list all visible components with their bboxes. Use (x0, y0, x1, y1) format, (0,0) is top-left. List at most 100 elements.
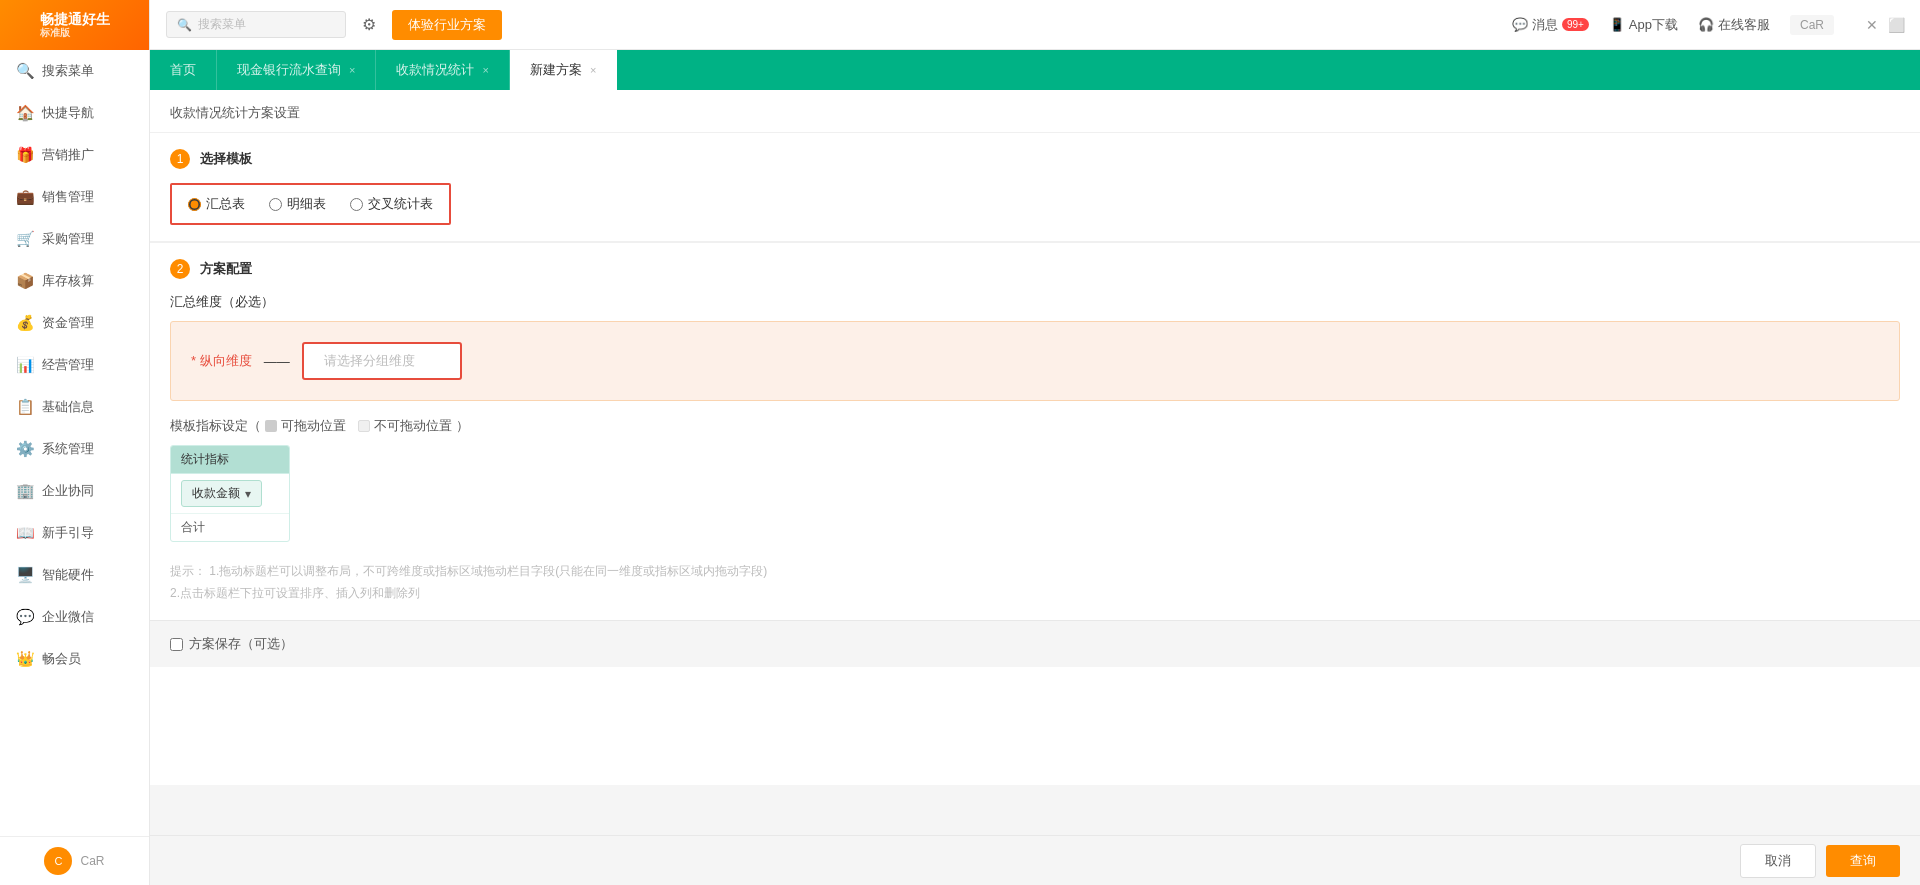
app-download-button[interactable]: 📱 App下载 (1609, 16, 1678, 34)
tab-new-plan-label: 新建方案 (530, 61, 582, 79)
not-draggable-box-icon (358, 420, 370, 432)
window-controls: ✕ ⬜ (1864, 17, 1904, 33)
step2-num: 2 (170, 259, 190, 279)
tab-receipt-stat[interactable]: 收款情况统计 × (376, 50, 509, 90)
home-icon: 🏠 (16, 104, 34, 122)
message-icon: 💬 (1512, 17, 1528, 32)
topbar-username: CaR (1790, 15, 1834, 35)
message-button[interactable]: 💬 消息 99+ (1512, 16, 1589, 34)
maximize-window-button[interactable]: ⬜ (1888, 17, 1904, 33)
sidebar-logo: 畅捷通好生 标准版 (0, 0, 149, 50)
sidebar-footer: C CaR (0, 836, 149, 885)
hint-area: 提示： 1.拖动标题栏可以调整布局，不可跨维度或指标区域拖动栏目字段(只能在同一… (170, 561, 1900, 604)
sidebar-item-member[interactable]: 👑 畅会员 (0, 638, 149, 680)
close-window-button[interactable]: ✕ (1864, 17, 1880, 33)
step1-section: 1 选择模板 汇总表 明细表 交叉统计表 (150, 133, 1920, 241)
query-button[interactable]: 查询 (1826, 845, 1900, 877)
metrics-tag-receipt[interactable]: 收款金额 ▾ (181, 480, 262, 507)
cancel-button[interactable]: 取消 (1740, 844, 1816, 878)
sidebar-item-newbie[interactable]: 📖 新手引导 (0, 512, 149, 554)
draggable-legend: 可拖动位置 (265, 417, 346, 435)
sidebar-item-label: 新手引导 (42, 524, 94, 542)
app-download-label: App下载 (1629, 16, 1678, 34)
inventory-icon: 📦 (16, 272, 34, 290)
tab-bank-flow[interactable]: 现金银行流水查询 × (217, 50, 376, 90)
save-plan-checkbox-label[interactable]: 方案保存（可选） (170, 635, 293, 653)
chevron-down-icon: ▾ (245, 487, 251, 501)
tab-receipt-stat-close-icon[interactable]: × (482, 64, 488, 76)
save-plan-checkbox[interactable] (170, 638, 183, 651)
not-draggable-label: 不可拖动位置 (374, 417, 452, 435)
draggable-label: 可拖动位置 (281, 417, 346, 435)
system-icon: ⚙️ (16, 440, 34, 458)
operation-icon: 📊 (16, 356, 34, 374)
sidebar-item-quick-nav[interactable]: 🏠 快捷导航 (0, 92, 149, 134)
metrics-subtotal-text: 合计 (181, 520, 205, 534)
sidebar-item-label: 企业微信 (42, 608, 94, 626)
sidebar-item-label: 采购管理 (42, 230, 94, 248)
radio-summary-input[interactable] (188, 198, 201, 211)
trial-industry-button[interactable]: 体验行业方案 (392, 10, 502, 40)
content-area: 收款情况统计方案设置 1 选择模板 汇总表 明细表 (150, 90, 1920, 835)
step2-section: 2 方案配置 汇总维度（必选） * 纵向维度 —— 请选择分组维度 模板指标设定… (150, 242, 1920, 620)
sidebar-item-label: 经营管理 (42, 356, 94, 374)
sidebar-item-sales[interactable]: 💼 销售管理 (0, 176, 149, 218)
sidebar-item-capital[interactable]: 💰 资金管理 (0, 302, 149, 344)
tab-new-plan[interactable]: 新建方案 × (510, 50, 617, 90)
tab-bank-flow-label: 现金银行流水查询 (237, 61, 341, 79)
sidebar-item-operation[interactable]: 📊 经营管理 (0, 344, 149, 386)
dimension-row: * 纵向维度 —— 请选择分组维度 (191, 342, 1879, 380)
metrics-label: 统计指标 (181, 452, 229, 466)
sidebar-item-enterprise[interactable]: 🏢 企业协同 (0, 470, 149, 512)
online-service-label: 在线客服 (1718, 16, 1770, 34)
draggable-box-icon (265, 420, 277, 432)
step1-title: 选择模板 (200, 150, 252, 168)
radio-summary[interactable]: 汇总表 (188, 195, 245, 213)
service-icon: 🎧 (1698, 17, 1714, 32)
enterprise-icon: 🏢 (16, 482, 34, 500)
page-header: 收款情况统计方案设置 (150, 90, 1920, 133)
radio-cross[interactable]: 交叉统计表 (350, 195, 433, 213)
metrics-tag-row: 收款金额 ▾ (171, 474, 289, 514)
sidebar-item-basic[interactable]: 📋 基础信息 (0, 386, 149, 428)
vertical-dimension-label: * 纵向维度 (191, 352, 252, 370)
logo-main-text: 畅捷通好生 (40, 11, 110, 28)
message-badge: 99+ (1562, 18, 1589, 31)
sidebar-item-inventory[interactable]: 📦 库存核算 (0, 260, 149, 302)
tab-home[interactable]: 首页 (150, 50, 217, 90)
topbar: 🔍 搜索菜单 ⚙ 体验行业方案 💬 消息 99+ 📱 App下载 🎧 在线客服 … (150, 0, 1920, 50)
sidebar-item-purchase[interactable]: 🛒 采购管理 (0, 218, 149, 260)
step1-num: 1 (170, 149, 190, 169)
topbar-search[interactable]: 🔍 搜索菜单 (166, 11, 346, 38)
metrics-close-paren: ） (456, 417, 469, 435)
sidebar-item-wechat[interactable]: 💬 企业微信 (0, 596, 149, 638)
tab-home-label: 首页 (170, 61, 196, 79)
sidebar-item-smart-hardware[interactable]: 🖥️ 智能硬件 (0, 554, 149, 596)
settings-gear-icon[interactable]: ⚙ (362, 15, 376, 34)
template-selection: 汇总表 明细表 交叉统计表 (170, 183, 451, 225)
search-menu-icon: 🔍 (16, 62, 34, 80)
sidebar-item-label: 营销推广 (42, 146, 94, 164)
radio-detail-input[interactable] (269, 198, 282, 211)
radio-cross-input[interactable] (350, 198, 363, 211)
radio-cross-label: 交叉统计表 (368, 195, 433, 213)
sidebar-item-system[interactable]: ⚙️ 系统管理 (0, 428, 149, 470)
online-service-button[interactable]: 🎧 在线客服 (1698, 16, 1770, 34)
capital-icon: 💰 (16, 314, 34, 332)
sidebar-item-label: 系统管理 (42, 440, 94, 458)
message-label: 消息 (1532, 16, 1558, 34)
sidebar-item-label: 资金管理 (42, 314, 94, 332)
radio-detail[interactable]: 明细表 (269, 195, 326, 213)
sidebar-item-label: 库存核算 (42, 272, 94, 290)
sidebar-item-marketing[interactable]: 🎁 营销推广 (0, 134, 149, 176)
sidebar-item-search-menu[interactable]: 🔍 搜索菜单 (0, 50, 149, 92)
dimension-selector[interactable]: 请选择分组维度 (302, 342, 462, 380)
gift-icon: 🎁 (16, 146, 34, 164)
tab-bank-flow-close-icon[interactable]: × (349, 64, 355, 76)
newbie-icon: 📖 (16, 524, 34, 542)
tab-new-plan-close-icon[interactable]: × (590, 64, 596, 76)
radio-detail-label: 明细表 (287, 195, 326, 213)
search-placeholder-text: 搜索菜单 (198, 16, 246, 33)
basic-icon: 📋 (16, 398, 34, 416)
page-footer: 方案保存（可选） (150, 620, 1920, 667)
